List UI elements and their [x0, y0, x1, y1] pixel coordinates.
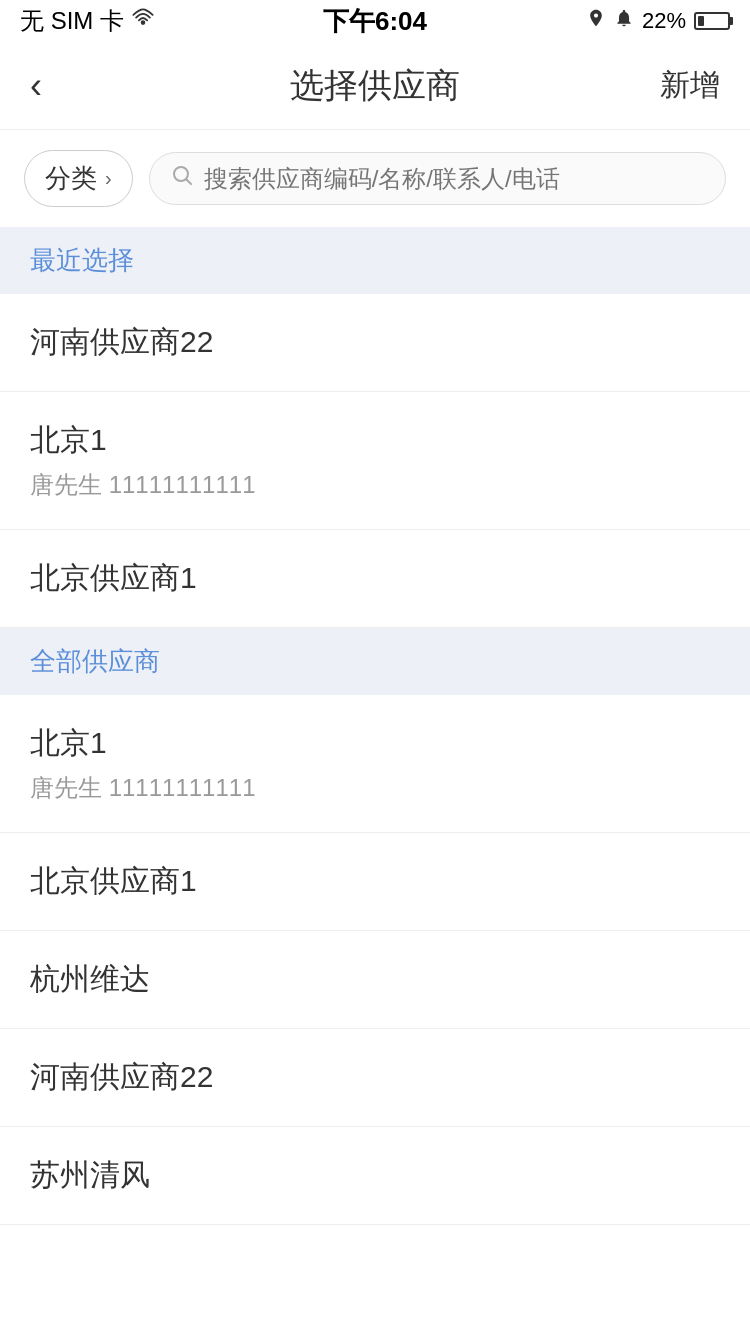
- list-item[interactable]: 苏州清风: [0, 1127, 750, 1225]
- list-item[interactable]: 北京供应商1: [0, 833, 750, 931]
- supplier-name: 河南供应商22: [30, 322, 720, 363]
- search-box: [149, 152, 726, 205]
- status-right: 22%: [586, 8, 730, 34]
- wifi-icon: [132, 7, 154, 35]
- all-items-list: 北京1 唐先生 11111111111 北京供应商1 杭州维达河南供应商22 苏州清风: [0, 695, 750, 1225]
- carrier-text: 无 SIM 卡: [20, 5, 124, 37]
- battery-indicator: [694, 12, 730, 30]
- list-item[interactable]: 北京1 唐先生 11111111111: [0, 392, 750, 530]
- page-title: 选择供应商: [90, 63, 660, 109]
- recent-section-header: 最近选择: [0, 227, 750, 294]
- filter-bar: 分类 ›: [0, 130, 750, 227]
- svg-point-0: [142, 21, 145, 24]
- supplier-contact: 唐先生 11111111111: [30, 469, 720, 501]
- category-button[interactable]: 分类 ›: [24, 150, 133, 207]
- search-icon: [170, 163, 194, 194]
- supplier-name: 北京1: [30, 723, 720, 764]
- nav-bar: ‹ 选择供应商 新增: [0, 42, 750, 130]
- all-section-label: 全部供应商: [30, 646, 160, 676]
- back-button[interactable]: ‹: [30, 65, 90, 107]
- status-bar: 无 SIM 卡 下午6:04 22%: [0, 0, 750, 42]
- add-button[interactable]: 新增: [660, 65, 720, 106]
- supplier-name: 北京供应商1: [30, 861, 720, 902]
- battery-percent: 22%: [642, 8, 686, 34]
- supplier-name: 北京供应商1: [30, 558, 720, 599]
- supplier-contact: 唐先生 11111111111: [30, 772, 720, 804]
- list-item[interactable]: 北京供应商1: [0, 530, 750, 628]
- svg-line-2: [186, 180, 191, 185]
- list-item[interactable]: 杭州维达: [0, 931, 750, 1029]
- supplier-name: 杭州维达: [30, 959, 720, 1000]
- all-section-header: 全部供应商: [0, 628, 750, 695]
- supplier-name: 北京1: [30, 420, 720, 461]
- list-item[interactable]: 北京1 唐先生 11111111111: [0, 695, 750, 833]
- list-item[interactable]: 河南供应商22: [0, 294, 750, 392]
- supplier-name: 河南供应商22: [30, 1057, 720, 1098]
- search-input[interactable]: [204, 165, 705, 193]
- recent-section-label: 最近选择: [30, 245, 134, 275]
- location-icon: [586, 8, 606, 34]
- status-carrier: 无 SIM 卡: [20, 5, 154, 37]
- chevron-right-icon: ›: [105, 167, 112, 190]
- supplier-name: 苏州清风: [30, 1155, 720, 1196]
- category-label: 分类: [45, 161, 97, 196]
- status-time: 下午6:04: [323, 4, 427, 39]
- alarm-icon: [614, 8, 634, 34]
- recent-items-list: 河南供应商22 北京1 唐先生 11111111111 北京供应商1: [0, 294, 750, 628]
- list-item[interactable]: 河南供应商22: [0, 1029, 750, 1127]
